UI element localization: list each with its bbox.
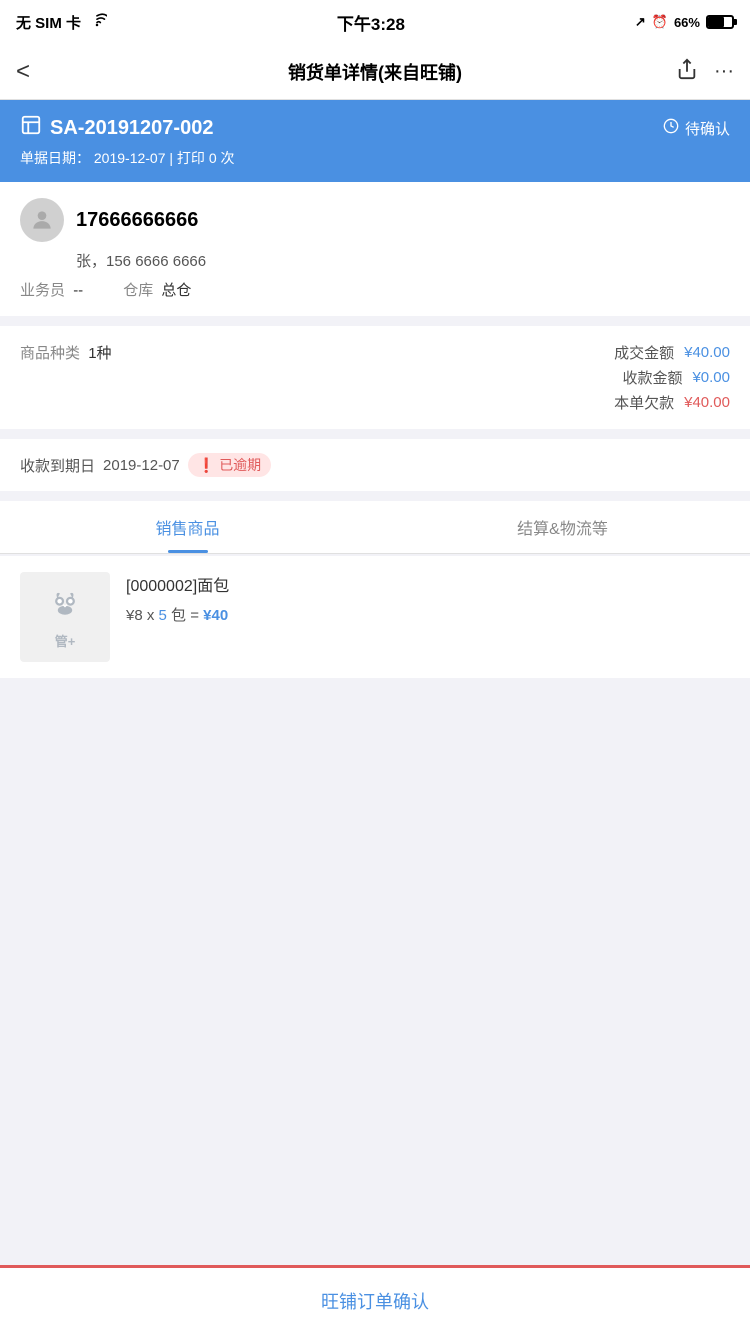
status-clock-icon — [663, 118, 679, 138]
brand-plus-label: 管+ — [55, 631, 76, 650]
due-date-label: 收款到期日 — [20, 455, 95, 476]
more-button[interactable]: ··· — [714, 60, 734, 83]
order-info-section: 商品种类 1种 成交金额 ¥40.00 收款金额 ¥0.00 本单欠款 ¥40.… — [0, 326, 750, 429]
location-icon: ↗ — [635, 14, 646, 30]
avatar — [20, 198, 64, 242]
info-grid: 商品种类 1种 成交金额 ¥40.00 收款金额 ¥0.00 本单欠款 ¥40.… — [20, 342, 730, 413]
order-icon — [20, 114, 42, 142]
customer-row1: 17666666666 — [20, 198, 730, 242]
back-button[interactable]: < — [16, 50, 38, 94]
tab-settlement[interactable]: 结算&物流等 — [375, 501, 750, 553]
product-logo: 管+ — [47, 585, 83, 650]
product-type-info: 商品种类 1种 — [20, 342, 112, 363]
empty-space — [0, 678, 750, 878]
received-amount-row: 收款金额 ¥0.00 — [622, 367, 730, 388]
status-left: 无 SIM 卡 — [16, 12, 107, 33]
customer-meta: 业务员 -- 仓库 总仓 — [20, 279, 730, 300]
battery-icon — [706, 15, 734, 29]
product-name: [0000002]面包 — [126, 572, 229, 596]
order-header-row1: SA-20191207-002 待确认 — [20, 114, 730, 142]
sales-person: 业务员 -- — [20, 279, 83, 300]
bottom-bar: 旺铺订单确认 — [0, 1265, 750, 1334]
page-title: 销货单详情(来自旺铺) — [288, 59, 462, 85]
status-bar: 无 SIM 卡 下午3:28 ↗ ⏰ 66% — [0, 0, 750, 44]
info-left: 商品种类 1种 — [20, 342, 112, 413]
due-date-section: 收款到期日 2019-12-07 ❗ 已逾期 — [0, 439, 750, 491]
product-info: [0000002]面包 ¥8 x 5 包 = ¥40 — [126, 572, 229, 625]
time-display: 下午3:28 — [337, 10, 405, 35]
product-thumbnail: 管+ — [20, 572, 110, 662]
alarm-icon: ⏰ — [652, 14, 668, 30]
tabs-section: 销售商品 结算&物流等 — [0, 501, 750, 554]
customer-phone: 17666666666 — [76, 209, 198, 232]
battery-label: 66% — [674, 15, 700, 30]
order-date: 单据日期： 2019-12-07 | 打印 0 次 — [20, 148, 730, 168]
order-number: SA-20191207-002 — [20, 114, 213, 142]
owed-amount-row: 本单欠款 ¥40.00 — [614, 392, 730, 413]
carrier-label: 无 SIM 卡 — [16, 12, 81, 33]
info-right: 成交金额 ¥40.00 收款金额 ¥0.00 本单欠款 ¥40.00 — [614, 342, 730, 413]
share-button[interactable] — [676, 58, 698, 86]
customer-section: 17666666666 张，156 6666 6666 业务员 -- 仓库 总仓 — [0, 182, 750, 316]
due-date-value: 2019-12-07 — [103, 457, 180, 474]
product-item: 管+ [0000002]面包 ¥8 x 5 包 = ¥40 — [0, 556, 750, 678]
tab-products[interactable]: 销售商品 — [0, 501, 375, 553]
owl-icon — [47, 585, 83, 629]
wifi-icon — [87, 13, 107, 31]
product-price: ¥8 x 5 包 = ¥40 — [126, 604, 229, 625]
order-header-card: SA-20191207-002 待确认 单据日期： 2019-12-07 | 打… — [0, 100, 750, 182]
deal-amount-row: 成交金额 ¥40.00 — [614, 342, 730, 363]
warehouse: 仓库 总仓 — [123, 279, 191, 300]
overdue-icon: ❗ — [198, 457, 215, 474]
overdue-badge: ❗ 已逾期 — [188, 453, 271, 477]
status-right: ↗ ⏰ 66% — [635, 14, 734, 30]
overdue-text: 已逾期 — [219, 455, 261, 475]
customer-name: 张，156 6666 6666 — [76, 250, 730, 271]
confirm-order-button[interactable]: 旺铺订单确认 — [301, 1280, 449, 1322]
nav-bar: < 销货单详情(来自旺铺) ··· — [0, 44, 750, 100]
nav-right-actions: ··· — [676, 58, 734, 86]
order-status: 待确认 — [663, 118, 730, 139]
